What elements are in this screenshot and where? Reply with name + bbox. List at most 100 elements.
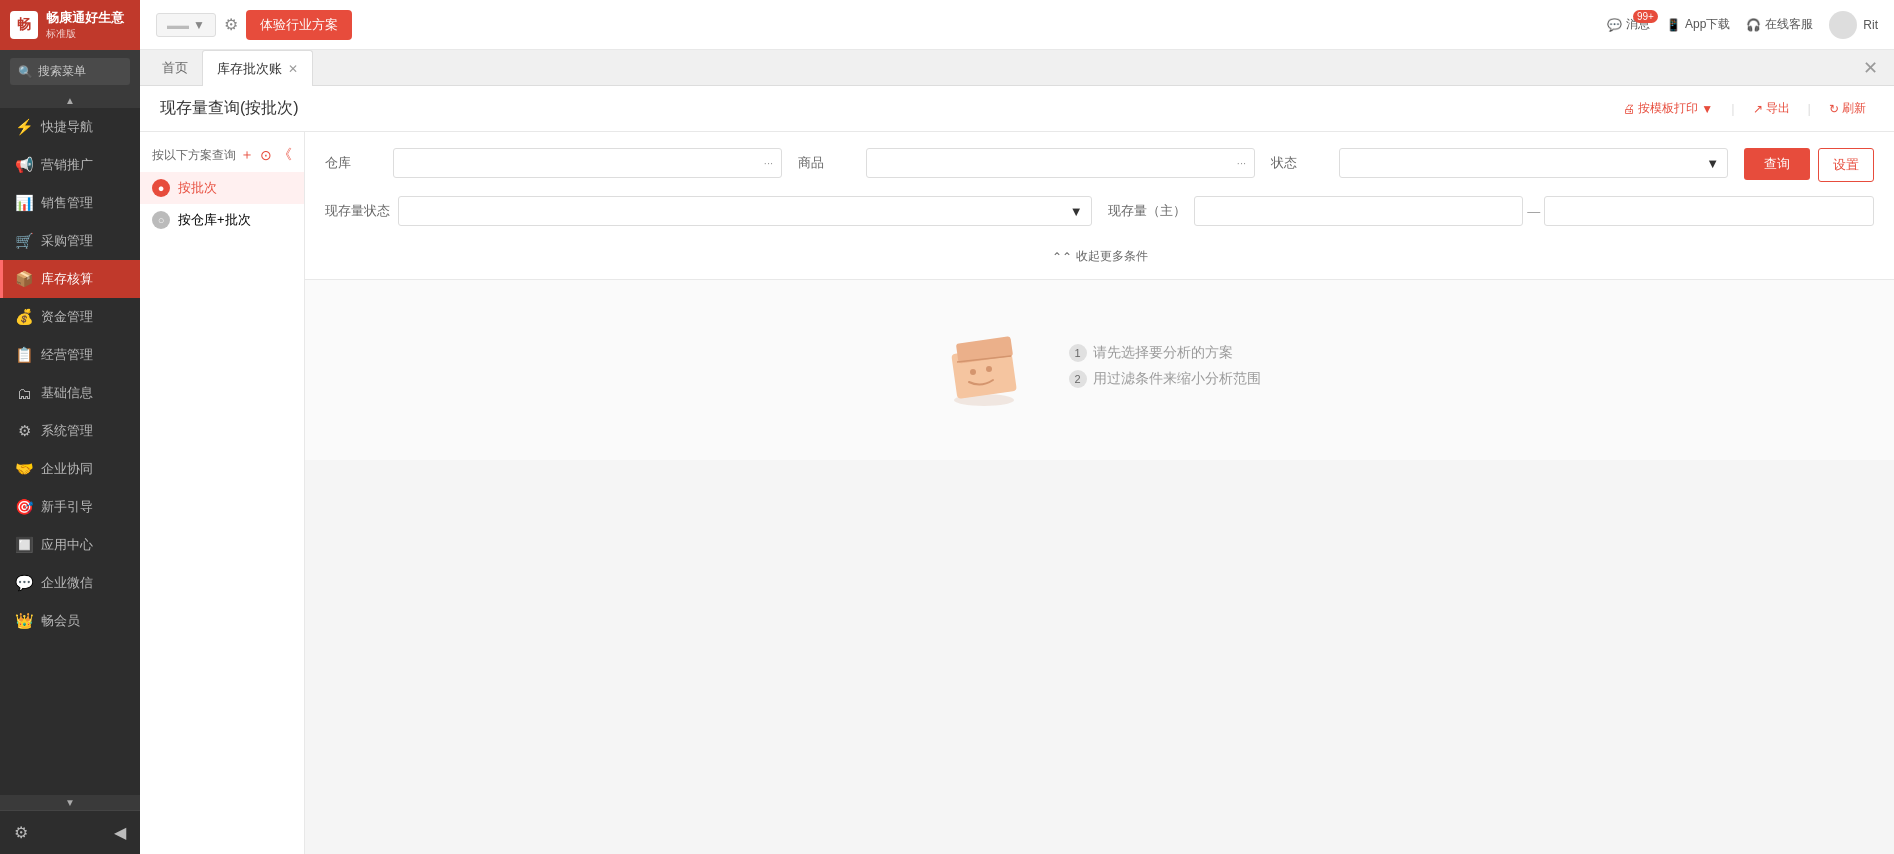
status-select[interactable]: ▼ [1339,148,1728,178]
filter-area: 仓库 ··· 商品 ··· [305,132,1894,280]
empty-state: 1 请先选择要分析的方案 2 用过滤条件来缩小分析范围 [305,280,1894,460]
warehouse-more-icon: ··· [764,157,773,169]
nav-label-system: 系统管理 [41,422,93,440]
online-service-button[interactable]: 🎧 在线客服 [1746,16,1813,33]
tab-close-icon[interactable]: ✕ [288,62,298,76]
settings-footer-button[interactable]: ⚙ [10,819,32,846]
collapse-up-icon: ⌃⌃ [1052,250,1072,264]
query-button[interactable]: 查询 [1744,148,1810,180]
sidebar-item-shortcut[interactable]: ⚡ 快捷导航 [0,108,140,146]
sidebar-item-wechat[interactable]: 💬 企业微信 [0,564,140,602]
collapse-more-label: 收起更多条件 [1076,248,1148,265]
product-input[interactable]: ··· [866,148,1255,178]
nav-icon-sales: 📊 [15,194,33,212]
nav-label-apps: 应用中心 [41,536,93,554]
topbar-left: ▬▬ ▼ ⚙ 体验行业方案 [156,10,1595,40]
experience-btn[interactable]: 体验行业方案 [246,10,352,40]
left-panel-header: 按以下方案查询 ＋ ⊙ 《 [140,142,304,172]
inventory-main-to[interactable] [1544,196,1874,226]
scheme-icon-batch: ● [152,179,170,197]
tabs-bar: 首页 库存批次账 ✕ ✕ [140,50,1894,86]
sidebar-item-apps[interactable]: 🔲 应用中心 [0,526,140,564]
settings-button[interactable]: 设置 [1818,148,1874,182]
tip1-text: 请先选择要分析的方案 [1093,344,1233,362]
filter-status: 状态 ▼ [1271,148,1728,178]
topbar-settings-button[interactable]: ⚙ [224,15,238,34]
sidebar-item-marketing[interactable]: 📢 营销推广 [0,146,140,184]
tab-home[interactable]: 首页 [148,50,202,86]
sidebar-footer: ⚙ ◀ [0,810,140,854]
sidebar-item-finance[interactable]: 💰 资金管理 [0,298,140,336]
refresh-button[interactable]: ↻ 刷新 [1821,96,1874,121]
sidebar: 畅 畅康通好生意 标准版 🔍 搜索菜单 ▲ ⚡ 快捷导航 📢 营销推广 📊 销售… [0,0,140,854]
sidebar-item-inventory[interactable]: 📦 库存核算 [0,260,140,298]
collapse-left-button[interactable]: 《 [278,146,292,164]
main-content: 按以下方案查询 ＋ ⊙ 《 ● 按批次 ○ 按仓库+批次 [140,132,1894,854]
nav-label-enterprise: 企业协同 [41,460,93,478]
tab-batch[interactable]: 库存批次账 ✕ [202,50,313,86]
scheme-icon-warehouse-batch: ○ [152,211,170,229]
warehouse-input[interactable]: ··· [393,148,782,178]
nav-icon-inventory: 📦 [15,270,33,288]
sidebar-item-enterprise[interactable]: 🤝 企业协同 [0,450,140,488]
page-close-button[interactable]: ✕ [1855,53,1886,83]
print-button[interactable]: 🖨 按模板打印 ▼ [1615,96,1721,121]
nav-icon-basic: 🗂 [15,385,33,402]
export-button[interactable]: ↗ 导出 [1745,96,1798,121]
app-download-button[interactable]: 📱 App下载 [1666,16,1730,33]
sidebar-item-system[interactable]: ⚙ 系统管理 [0,412,140,450]
sidebar-item-basic[interactable]: 🗂 基础信息 [0,374,140,412]
inventory-status-dropdown-icon: ▼ [1070,204,1083,219]
scroll-down-button[interactable]: ▼ [0,795,140,810]
app-logo: 畅 [10,11,38,39]
messages-button[interactable]: 💬 消息 99+ [1607,16,1650,33]
user-profile[interactable]: Rit [1829,11,1878,39]
phone-icon: 📱 [1666,18,1681,32]
empty-tips: 1 请先选择要分析的方案 2 用过滤条件来缩小分析范围 [1069,344,1261,396]
sidebar-item-operation[interactable]: 📋 经营管理 [0,336,140,374]
svg-point-5 [986,366,992,372]
chevron-down-icon: ▼ [193,18,205,32]
topbar-dropdown[interactable]: ▬▬ ▼ [156,13,216,37]
page-header: 现存量查询(按批次) 🖨 按模板打印 ▼ | ↗ 导出 | ↻ 刷新 [140,86,1894,132]
nav-label-operation: 经营管理 [41,346,93,364]
main-body: 现存量查询(按批次) 🖨 按模板打印 ▼ | ↗ 导出 | ↻ 刷新 [140,86,1894,854]
search-menu-button[interactable]: 🔍 搜索菜单 [10,58,130,85]
nav-icon-marketing: 📢 [15,156,33,174]
home-tab-label: 首页 [162,59,188,77]
filter-actions: 查询 设置 [1744,144,1874,182]
headset-icon: 🎧 [1746,18,1761,32]
collapse-sidebar-button[interactable]: ◀ [110,819,130,846]
refresh-icon: ↻ [1829,102,1839,116]
sidebar-search-area: 🔍 搜索菜单 [0,50,140,93]
username: Rit [1863,18,1878,32]
sidebar-header: 畅 畅康通好生意 标准版 [0,0,140,50]
add-scheme-button[interactable]: ＋ [240,146,254,164]
left-panel-title: 按以下方案查询 [152,147,236,164]
inventory-status-label: 现存量状态 [325,202,390,220]
nav-label-newbie: 新手引导 [41,498,93,516]
status-dropdown-icon: ▼ [1706,156,1719,171]
warehouse-label: 仓库 [325,154,385,172]
scheme-item-batch[interactable]: ● 按批次 [140,172,304,204]
divider1: | [1731,101,1734,116]
settings-scheme-button[interactable]: ⊙ [260,146,272,164]
sidebar-item-purchase[interactable]: 🛒 采购管理 [0,222,140,260]
sidebar-item-sales[interactable]: 📊 销售管理 [0,184,140,222]
print-icon: 🖨 [1623,102,1635,116]
nav-icon-operation: 📋 [15,346,33,364]
sidebar-item-newbie[interactable]: 🎯 新手引导 [0,488,140,526]
inventory-status-select[interactable]: ▼ [398,196,1092,226]
inventory-main-from[interactable] [1194,196,1524,226]
nav-label-finance: 资金管理 [41,308,93,326]
scheme-item-warehouse-batch[interactable]: ○ 按仓库+批次 [140,204,304,236]
nav-icon-newbie: 🎯 [15,498,33,516]
sidebar-item-member[interactable]: 👑 畅会员 [0,602,140,640]
collapse-more-btn[interactable]: ⌃⌃ 收起更多条件 [325,240,1874,273]
app-subtitle: 标准版 [46,27,124,40]
filter-inventory-main: 现存量（主） — [1108,196,1875,226]
user-avatar [1829,11,1857,39]
scroll-up-button[interactable]: ▲ [0,93,140,108]
tip2-text: 用过滤条件来缩小分析范围 [1093,370,1261,388]
status-label: 状态 [1271,154,1331,172]
